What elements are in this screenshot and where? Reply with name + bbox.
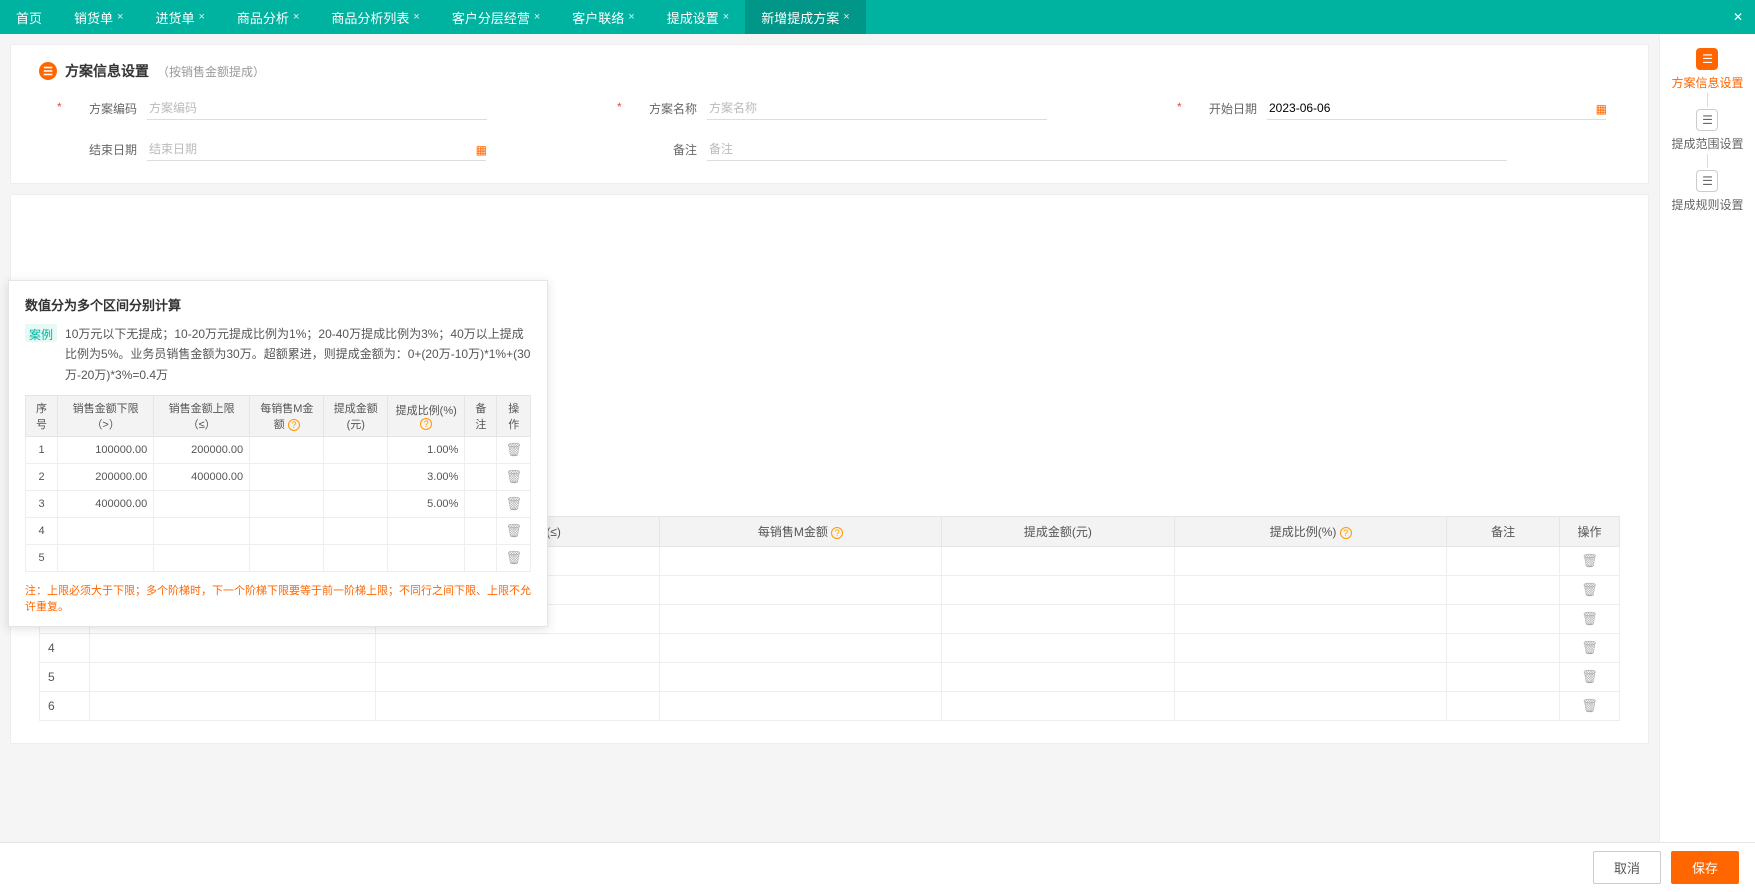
remark-input[interactable]: [707, 138, 1507, 161]
close-icon[interactable]: ×: [198, 11, 204, 23]
help-icon: ?: [288, 419, 300, 431]
table-row[interactable]: 5🗑: [40, 663, 1620, 692]
help-icon: ?: [420, 418, 432, 430]
section-subtitle: （按销售金额提成）: [157, 63, 265, 80]
step-label: 提成规则设置: [1671, 196, 1743, 213]
delete-icon[interactable]: 🗑: [1581, 582, 1598, 597]
close-icon[interactable]: ×: [723, 11, 729, 23]
delete-icon[interactable]: 🗑: [1581, 553, 1598, 568]
table-row: 3400000.005.00%🗑: [26, 491, 531, 518]
table-row[interactable]: 4🗑: [40, 634, 1620, 663]
mini-col-seq: 序号: [26, 396, 58, 437]
calc-rule-tooltip: 数值分为多个区间分别计算 案例 10万元以下无提成；10-20万元提成比例为1%…: [8, 280, 548, 627]
close-icon[interactable]: ×: [293, 11, 299, 23]
table-row: 2200000.00400000.003.00%🗑: [26, 464, 531, 491]
delete-icon[interactable]: 🗑: [505, 442, 522, 457]
tab-commission-setting[interactable]: 提成设置×: [651, 0, 745, 34]
mini-col-perm: 每销售M金额 ?: [250, 396, 324, 437]
step-scope[interactable]: ☰ 提成范围设置: [1671, 109, 1743, 152]
tooltip-note: 注：上限必须大于下限；多个阶梯时，下一个阶梯下限要等于前一阶梯上限；不同行之间下…: [25, 582, 531, 614]
tab-home[interactable]: 首页: [0, 0, 58, 34]
label-remark: 备注: [627, 141, 697, 158]
step-label: 方案信息设置: [1671, 74, 1743, 91]
table-row: 5🗑: [26, 545, 531, 572]
step-connector: [1707, 93, 1708, 107]
save-button[interactable]: 保存: [1671, 851, 1739, 884]
tooltip-title: 数值分为多个区间分别计算: [25, 295, 531, 314]
col-perm: 每销售M金额 ?: [660, 517, 941, 547]
delete-icon[interactable]: 🗑: [1581, 669, 1598, 684]
tab-product-analysis-list[interactable]: 商品分析列表×: [315, 0, 435, 34]
tab-purchase-order[interactable]: 进货单×: [139, 0, 220, 34]
section-title: 方案信息设置: [65, 61, 149, 81]
mini-col-op: 操作: [497, 396, 531, 437]
cancel-button[interactable]: 取消: [1593, 851, 1661, 884]
delete-icon[interactable]: 🗑: [505, 469, 522, 484]
col-ratio: 提成比例(%) ?: [1175, 517, 1447, 547]
help-icon[interactable]: ?: [831, 527, 843, 539]
step-label: 提成范围设置: [1671, 135, 1743, 152]
tab-customer-tier[interactable]: 客户分层经营×: [436, 0, 556, 34]
mini-col-amount: 提成金额(元): [324, 396, 388, 437]
start-date-input[interactable]: [1267, 97, 1606, 120]
close-all-icon[interactable]: ✕: [1721, 0, 1755, 34]
mini-col-upper: 销售金额上限（≤）: [154, 396, 250, 437]
delete-icon[interactable]: 🗑: [1581, 698, 1598, 713]
step-icon: ☰: [1696, 170, 1718, 192]
plan-code-input[interactable]: [147, 97, 487, 120]
label-plan-name: 方案名称: [627, 100, 697, 117]
col-remark: 备注: [1447, 517, 1560, 547]
mini-col-remark: 备注: [465, 396, 497, 437]
tab-customer-contact[interactable]: 客户联络×: [556, 0, 650, 34]
close-icon[interactable]: ×: [843, 11, 849, 23]
tab-strip: 首页 销货单× 进货单× 商品分析× 商品分析列表× 客户分层经营× 客户联络×…: [0, 0, 1755, 34]
label-start-date: 开始日期: [1187, 100, 1257, 117]
section-icon: ☰: [39, 62, 57, 80]
mini-col-ratio: 提成比例(%) ?: [388, 396, 465, 437]
table-row[interactable]: 6🗑: [40, 692, 1620, 721]
delete-icon[interactable]: 🗑: [505, 496, 522, 511]
example-tag: 案例: [25, 324, 57, 342]
tab-new-commission-plan[interactable]: 新增提成方案×: [745, 0, 865, 34]
table-row: 1100000.00200000.001.00%🗑: [26, 437, 531, 464]
delete-icon[interactable]: 🗑: [505, 523, 522, 538]
label-plan-code: 方案编码: [67, 100, 137, 117]
step-rule[interactable]: ☰ 提成规则设置: [1671, 170, 1743, 213]
example-table: 序号 销售金额下限（>） 销售金额上限（≤） 每销售M金额 ? 提成金额(元) …: [25, 395, 531, 572]
end-date-input[interactable]: [147, 138, 486, 161]
close-icon[interactable]: ×: [413, 11, 419, 23]
delete-icon[interactable]: 🗑: [1581, 640, 1598, 655]
col-amount: 提成金额(元): [941, 517, 1175, 547]
plan-info-card: ☰ 方案信息设置 （按销售金额提成） 方案编码 方案名称 开始日期 ▦: [10, 44, 1649, 184]
example-text: 10万元以下无提成；10-20万元提成比例为1%；20-40万提成比例为3%；4…: [65, 324, 531, 385]
step-icon: ☰: [1696, 109, 1718, 131]
tab-sales-order[interactable]: 销货单×: [58, 0, 139, 34]
delete-icon[interactable]: 🗑: [505, 550, 522, 565]
step-connector: [1707, 154, 1708, 168]
close-icon[interactable]: ×: [117, 11, 123, 23]
plan-name-input[interactable]: [707, 97, 1047, 120]
footer-bar: 取消 保存: [0, 842, 1755, 892]
close-icon[interactable]: ×: [534, 11, 540, 23]
step-plan-info[interactable]: ☰ 方案信息设置: [1671, 48, 1743, 91]
delete-icon[interactable]: 🗑: [1581, 611, 1598, 626]
close-icon[interactable]: ×: [628, 11, 634, 23]
table-row: 4🗑: [26, 518, 531, 545]
mini-col-lower: 销售金额下限（>）: [58, 396, 154, 437]
step-icon: ☰: [1696, 48, 1718, 70]
col-op: 操作: [1560, 517, 1620, 547]
help-icon[interactable]: ?: [1340, 527, 1352, 539]
step-nav: ☰ 方案信息设置 ☰ 提成范围设置 ☰ 提成规则设置: [1659, 34, 1755, 892]
tab-product-analysis[interactable]: 商品分析×: [221, 0, 315, 34]
label-end-date: 结束日期: [67, 141, 137, 158]
